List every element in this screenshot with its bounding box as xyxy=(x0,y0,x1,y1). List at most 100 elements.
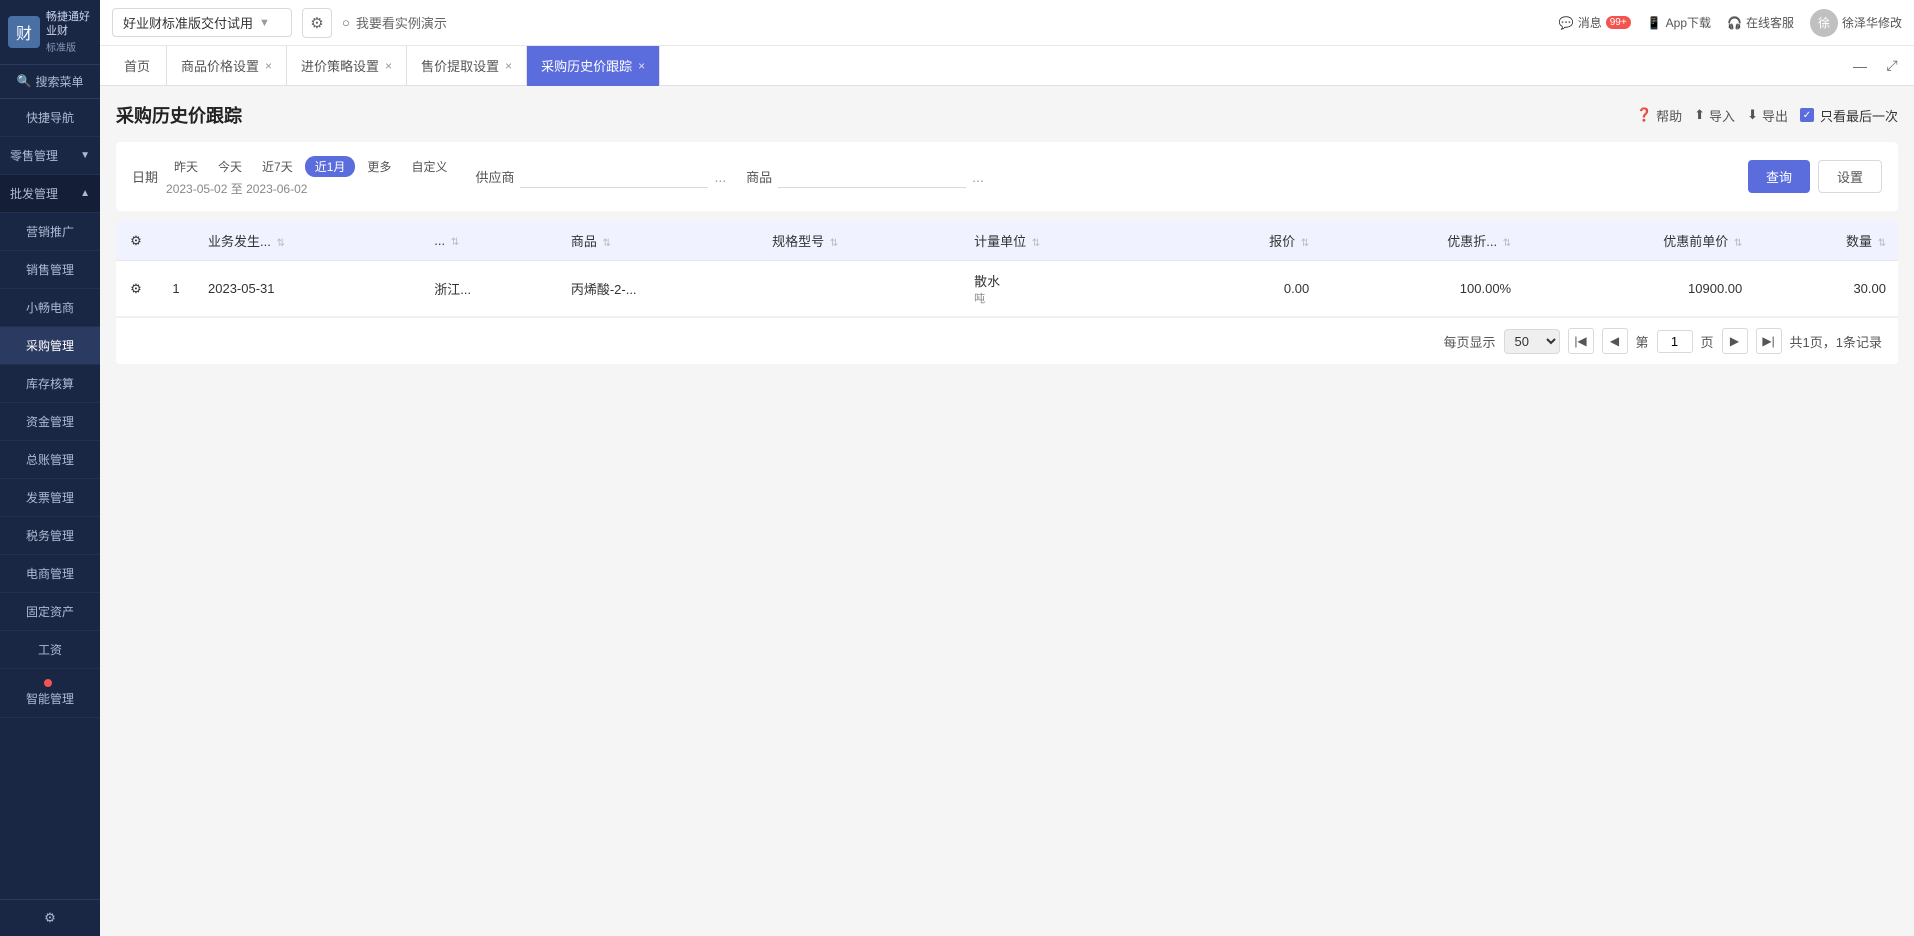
app-logo-icon: 财 xyxy=(8,16,40,48)
product-input[interactable] xyxy=(778,166,966,188)
tab-home[interactable]: 首页 xyxy=(108,46,167,86)
app-download-button[interactable]: 📱 App下载 xyxy=(1647,14,1711,31)
search-icon: 🔍 xyxy=(17,74,32,88)
import-icon: ⬆ xyxy=(1694,107,1705,123)
sidebar-item-retail[interactable]: 零售管理 ▼ xyxy=(0,137,100,175)
export-button[interactable]: ⬇ 导出 xyxy=(1747,106,1788,125)
sidebar: 财 畅捷通好业财 标准版 🔍 搜索菜单 快捷导航 零售管理 ▼ 批发管理 ▲ 营… xyxy=(0,0,100,936)
next-page-button[interactable]: ▶ xyxy=(1722,328,1748,354)
expand-button[interactable]: ⤢ xyxy=(1878,52,1906,80)
sidebar-logo: 财 畅捷通好业财 标准版 xyxy=(0,0,100,65)
row-date: 2023-05-31 xyxy=(196,261,422,317)
message-button[interactable]: 💬 消息 99+ xyxy=(1559,14,1631,31)
col-spec[interactable]: 规格型号 ⇅ xyxy=(760,221,962,261)
date-more[interactable]: 更多 xyxy=(359,156,399,177)
tab-sale-price[interactable]: 售价提取设置 × xyxy=(407,46,527,86)
topbar-settings-button[interactable]: ⚙ xyxy=(302,8,332,38)
sort-date-icon: ⇅ xyxy=(276,238,284,249)
col-num xyxy=(156,221,196,261)
row-quantity: 30.00 xyxy=(1754,261,1898,317)
tab-purchase-history[interactable]: 采购历史价跟踪 × xyxy=(527,46,660,86)
prev-page-button[interactable]: ◀ xyxy=(1602,328,1628,354)
tab-price-settings[interactable]: 商品价格设置 × xyxy=(167,46,287,86)
col-discount[interactable]: 优惠折... ⇅ xyxy=(1321,221,1523,261)
product-filter-group: 商品 ... xyxy=(746,166,984,188)
avatar: 徐 xyxy=(1810,9,1838,37)
close-tab-purchase-strategy[interactable]: × xyxy=(385,59,392,73)
supplier-dots-button[interactable]: ... xyxy=(714,169,726,185)
sort-discount-icon: ⇅ xyxy=(1503,238,1511,249)
date-last7[interactable]: 近7天 xyxy=(254,156,301,177)
sidebar-item-fixed-assets[interactable]: 固定资产 xyxy=(0,593,100,631)
main-area: 好业财标准版交付试用 ▼ ⚙ ○ 我要看实例演示 💬 消息 99+ 📱 App下… xyxy=(100,0,1914,936)
col-gear[interactable]: ⚙ xyxy=(116,221,156,261)
sidebar-item-marketing[interactable]: 营销推广 xyxy=(0,213,100,251)
help-button[interactable]: ❓ 帮助 xyxy=(1636,106,1682,125)
col-extra[interactable]: ... ⇅ xyxy=(422,221,559,261)
per-page-select[interactable]: 50 100 200 xyxy=(1504,329,1560,354)
col-product[interactable]: 商品 ⇅ xyxy=(559,221,760,261)
settings-button[interactable]: 设置 xyxy=(1818,160,1882,193)
col-unit[interactable]: 计量单位 ⇅ xyxy=(962,221,1164,261)
date-last1m[interactable]: 近1月 xyxy=(305,156,356,177)
date-custom[interactable]: 自定义 xyxy=(403,156,455,177)
sidebar-quick-nav[interactable]: 快捷导航 xyxy=(0,99,100,137)
supplier-input[interactable] xyxy=(520,166,708,188)
version-selector[interactable]: 好业财标准版交付试用 ▼ xyxy=(112,8,292,37)
sidebar-item-purchase[interactable]: 采购管理 xyxy=(0,327,100,365)
row-num: 1 xyxy=(156,261,196,317)
page-number-input[interactable] xyxy=(1657,330,1693,353)
collapse-button[interactable]: — xyxy=(1846,52,1874,80)
sidebar-settings[interactable]: ⚙ xyxy=(0,899,100,936)
sidebar-item-ecommerce[interactable]: 电商管理 xyxy=(0,555,100,593)
close-tab-purchase-history[interactable]: × xyxy=(638,59,645,73)
date-yesterday[interactable]: 昨天 xyxy=(166,156,206,177)
row-gear[interactable]: ⚙ xyxy=(116,261,156,317)
smart-dot xyxy=(44,679,52,687)
demo-link[interactable]: ○ 我要看实例演示 xyxy=(342,13,447,32)
settings-icon: ⚙ xyxy=(44,910,56,926)
sort-qty-icon: ⇅ xyxy=(1878,238,1886,249)
import-button[interactable]: ⬆ 导入 xyxy=(1694,106,1735,125)
user-profile-button[interactable]: 徐 徐泽华修改 xyxy=(1810,9,1902,37)
close-tab-sale-price[interactable]: × xyxy=(505,59,512,73)
query-button[interactable]: 查询 xyxy=(1748,160,1810,193)
tab-purchase-strategy[interactable]: 进价策略设置 × xyxy=(287,46,407,86)
sidebar-item-ecommerce-small[interactable]: 小畅电商 xyxy=(0,289,100,327)
product-dots-button[interactable]: ... xyxy=(972,169,984,185)
filter-actions: 查询 设置 xyxy=(1748,160,1882,193)
sidebar-item-sales[interactable]: 销售管理 xyxy=(0,251,100,289)
sidebar-item-inventory[interactable]: 库存核算 xyxy=(0,365,100,403)
col-price[interactable]: 报价 ⇅ xyxy=(1164,221,1321,261)
app-logo-text: 畅捷通好业财 标准版 xyxy=(46,10,92,54)
sidebar-item-finance[interactable]: 资金管理 xyxy=(0,403,100,441)
date-options-row: 昨天 今天 近7天 近1月 更多 自定义 xyxy=(166,156,455,177)
sidebar-item-wholesale[interactable]: 批发管理 ▲ xyxy=(0,175,100,213)
only-last-toggle[interactable]: 只看最后一次 xyxy=(1800,106,1898,125)
row-discount: 100.00% xyxy=(1321,261,1523,317)
sort-extra-icon: ⇅ xyxy=(451,237,459,248)
sidebar-item-salary[interactable]: 工资 xyxy=(0,631,100,669)
topbar-right: 💬 消息 99+ 📱 App下载 🎧 在线客服 徐 徐泽华修改 xyxy=(1559,9,1902,37)
sidebar-item-invoice[interactable]: 发票管理 xyxy=(0,479,100,517)
col-date[interactable]: 业务发生... ⇅ xyxy=(196,221,422,261)
only-last-checkbox[interactable] xyxy=(1800,108,1814,122)
col-quantity[interactable]: 数量 ⇅ xyxy=(1754,221,1898,261)
gear-icon: ⚙ xyxy=(310,14,323,32)
date-today[interactable]: 今天 xyxy=(210,156,250,177)
close-tab-price-settings[interactable]: × xyxy=(265,59,272,73)
sidebar-item-general[interactable]: 总账管理 xyxy=(0,441,100,479)
topbar: 好业财标准版交付试用 ▼ ⚙ ○ 我要看实例演示 💬 消息 99+ 📱 App下… xyxy=(100,0,1914,46)
sidebar-item-tax[interactable]: 税务管理 xyxy=(0,517,100,555)
online-service-button[interactable]: 🎧 在线客服 xyxy=(1727,14,1794,31)
sidebar-search[interactable]: 🔍 搜索菜单 xyxy=(0,65,100,99)
first-page-button[interactable]: |◀ xyxy=(1568,328,1594,354)
sort-product-icon: ⇅ xyxy=(602,238,610,249)
sidebar-item-smart[interactable]: 智能管理 xyxy=(0,669,100,718)
last-page-button[interactable]: ▶| xyxy=(1756,328,1782,354)
row-product: 丙烯酸-2-... xyxy=(559,261,760,317)
col-nodiscount-price[interactable]: 优惠前单价 ⇅ xyxy=(1523,221,1754,261)
table-row: ⚙ 1 2023-05-31 浙江... 丙烯酸-2-... 散水吨 0.00 … xyxy=(116,261,1898,317)
row-spec xyxy=(760,261,962,317)
sort-nodiscount-icon: ⇅ xyxy=(1734,238,1742,249)
